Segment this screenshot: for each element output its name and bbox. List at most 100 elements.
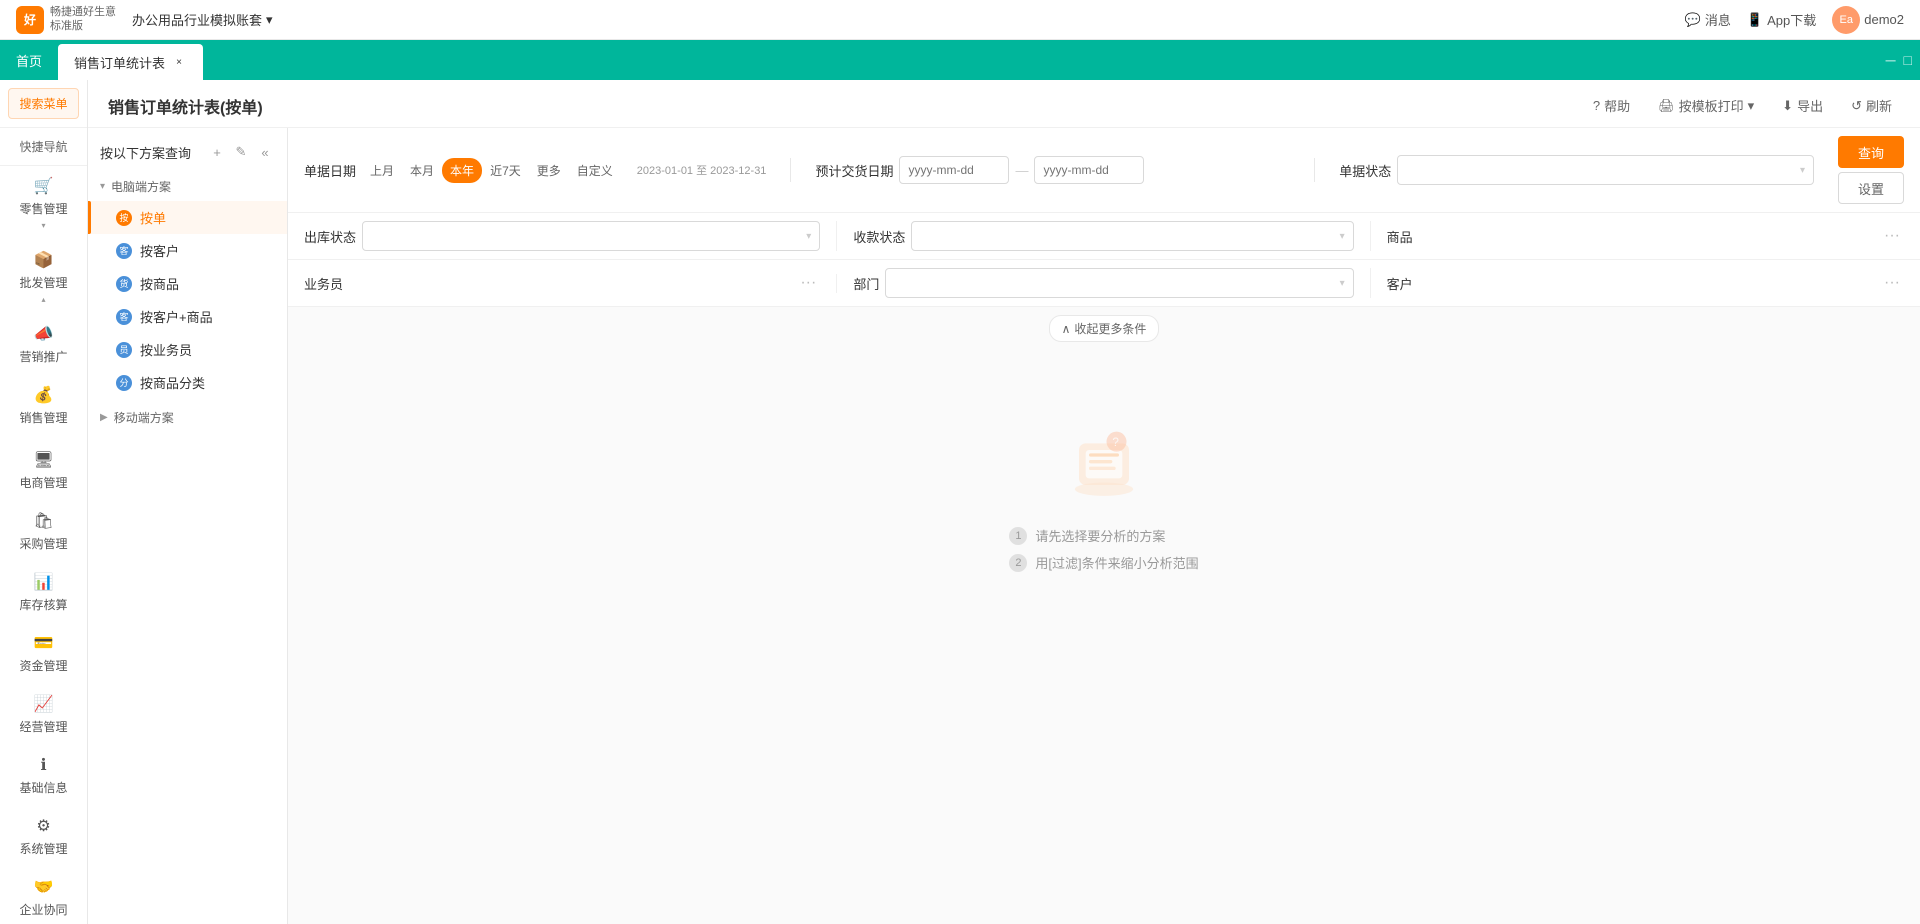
date-btn-last-month[interactable]: 上月 bbox=[362, 158, 402, 183]
scheme-actions: + ✎ « bbox=[207, 142, 275, 162]
collapse-button[interactable]: ∧ 收起更多条件 bbox=[1049, 315, 1160, 342]
filter-row-1: 单据日期 上月 本月 本年 近7天 更多 自定义 2023-01-01 至 20… bbox=[288, 128, 1920, 213]
retail-icon: 🛒 bbox=[34, 176, 54, 196]
sidebar-item-system[interactable]: ⚙ 系统管理 bbox=[0, 806, 87, 867]
app-download-button[interactable]: 📱 App下载 bbox=[1747, 10, 1816, 29]
sidebar-item-basic-info[interactable]: ℹ 基础信息 bbox=[0, 745, 87, 806]
tab-close-button[interactable]: × bbox=[171, 54, 187, 70]
sidebar-item-inventory[interactable]: 📊 库存核算 bbox=[0, 562, 87, 623]
collapse-bar[interactable]: ∧ 收起更多条件 bbox=[288, 307, 1920, 350]
print-button[interactable]: 🖨 按模板打印 ▾ bbox=[1650, 92, 1762, 119]
tab-sales-statistics[interactable]: 销售订单统计表 × bbox=[58, 44, 203, 80]
scheme-icon-customer: 客 bbox=[116, 243, 132, 259]
chevron-up-icon: ▴ bbox=[41, 295, 45, 304]
print-dropdown-icon: ▾ bbox=[1748, 98, 1755, 114]
scheme-item-by-goods[interactable]: 货 按商品 bbox=[88, 267, 287, 300]
scheme-group-header-pc[interactable]: ▾ 电脑端方案 bbox=[88, 172, 287, 201]
collapse-scheme-button[interactable]: « bbox=[255, 142, 275, 162]
scheme-group-pc: ▾ 电脑端方案 按 按单 客 按客户 货 按商品 bbox=[88, 172, 287, 399]
sidebar: 搜索菜单 快捷导航 🛒 零售管理 ▾ 📦 批发管理 ▴ 📣 营销推广 💰 销售管… bbox=[0, 80, 88, 924]
empty-tip-1: 1 请先选择要分析的方案 bbox=[1009, 526, 1198, 545]
sidebar-item-marketing[interactable]: 📣 营销推广 bbox=[0, 314, 87, 375]
sidebar-item-retail[interactable]: 🛒 零售管理 ▾ bbox=[0, 166, 87, 240]
top-bar-left: 好 畅捷通好生意 标准版 办公用品行业模拟账套 ▾ bbox=[16, 6, 281, 34]
system-icon: ⚙ bbox=[36, 816, 50, 836]
scheme-icon-salesperson: 员 bbox=[116, 342, 132, 358]
delivery-status-select[interactable]: ▾ bbox=[362, 221, 820, 251]
export-button[interactable]: ⬇ 导出 bbox=[1774, 92, 1831, 119]
help-button[interactable]: ? 帮助 bbox=[1585, 92, 1638, 119]
customer-label: 客户 bbox=[1387, 274, 1413, 293]
date-btn-7days[interactable]: 近7天 bbox=[482, 158, 529, 183]
scheme-header: 按以下方案查询 + ✎ « bbox=[88, 136, 287, 168]
query-button[interactable]: 查询 bbox=[1838, 136, 1904, 168]
date-btn-custom[interactable]: 自定义 bbox=[569, 158, 621, 183]
divider-1 bbox=[790, 158, 791, 182]
empty-state: ? 1 请先选择要分析的方案 2 用[过滤]条件来缩小分析范围 bbox=[288, 350, 1920, 632]
app-selector[interactable]: 办公用品行业模拟账套 ▾ bbox=[124, 6, 281, 33]
date-buttons: 上月 本月 本年 近7天 更多 自定义 bbox=[362, 158, 621, 183]
window-controls: ─ □ bbox=[1886, 52, 1912, 68]
sidebar-item-ecommerce[interactable]: 🖥 电商管理 bbox=[0, 440, 87, 501]
sidebar-item-wholesale[interactable]: 📦 批发管理 ▴ bbox=[0, 240, 87, 314]
date-range-display: 2023-01-01 至 2023-12-31 bbox=[637, 162, 767, 178]
date-btn-this-month[interactable]: 本月 bbox=[402, 158, 442, 183]
scheme-group-label-mobile: 移动端方案 bbox=[114, 409, 174, 426]
search-menu-button[interactable]: 搜索菜单 bbox=[8, 88, 79, 119]
department-group: 部门 ▾ bbox=[837, 268, 1370, 298]
sidebar-item-finance[interactable]: 💳 资金管理 bbox=[0, 623, 87, 684]
refresh-button[interactable]: ↺ 刷新 bbox=[1843, 92, 1900, 119]
message-button[interactable]: 💬 消息 bbox=[1685, 10, 1731, 29]
empty-tip-2: 2 用[过滤]条件来缩小分析范围 bbox=[1009, 553, 1198, 572]
scheme-item-by-salesperson[interactable]: 员 按业务员 bbox=[88, 333, 287, 366]
content-area: 销售订单统计表(按单) ? 帮助 🖨 按模板打印 ▾ ⬇ 导出 ↺ 刷新 bbox=[88, 80, 1920, 924]
inventory-icon: 📊 bbox=[34, 572, 54, 592]
help-icon: ? bbox=[1593, 98, 1600, 113]
settings-button[interactable]: 设置 bbox=[1838, 172, 1904, 204]
scheme-icon-category: 分 bbox=[116, 375, 132, 391]
scheme-item-by-category[interactable]: 分 按商品分类 bbox=[88, 366, 287, 399]
scheme-group-label-pc: 电脑端方案 bbox=[111, 178, 171, 195]
scheme-item-by-customer-goods[interactable]: 客 按客户+商品 bbox=[88, 300, 287, 333]
bill-status-select[interactable]: ▾ bbox=[1397, 155, 1814, 185]
tip-num-2: 2 bbox=[1009, 554, 1027, 572]
sidebar-item-purchase[interactable]: 🛍 采购管理 bbox=[0, 501, 87, 562]
tab-home[interactable]: 首页 bbox=[0, 40, 58, 80]
sidebar-item-sales[interactable]: 💰 销售管理 bbox=[0, 375, 87, 436]
department-select[interactable]: ▾ bbox=[885, 268, 1353, 298]
logo-area: 好 畅捷通好生意 标准版 bbox=[16, 6, 116, 34]
date-btn-this-year[interactable]: 本年 bbox=[442, 158, 482, 183]
page-actions: ? 帮助 🖨 按模板打印 ▾ ⬇ 导出 ↺ 刷新 bbox=[1585, 92, 1900, 119]
chevron-down-icon: ▾ bbox=[1340, 231, 1345, 242]
sales-icon: 💰 bbox=[34, 385, 54, 405]
scheme-item-by-order[interactable]: 按 按单 bbox=[88, 201, 287, 234]
expected-date-end[interactable] bbox=[1034, 156, 1144, 184]
content-inner: 按以下方案查询 + ✎ « ▾ 电脑端方案 按 按单 bbox=[88, 128, 1920, 924]
user-profile[interactable]: Ea demo2 bbox=[1832, 6, 1904, 34]
scheme-item-by-customer[interactable]: 客 按客户 bbox=[88, 234, 287, 267]
page-title: 销售订单统计表(按单) bbox=[108, 94, 263, 118]
edit-scheme-button[interactable]: ✎ bbox=[231, 142, 251, 162]
sidebar-item-enterprise[interactable]: 🤝 企业协同 bbox=[0, 867, 87, 924]
bill-status-label: 单据状态 bbox=[1339, 161, 1391, 180]
page-header: 销售订单统计表(按单) ? 帮助 🖨 按模板打印 ▾ ⬇ 导出 ↺ 刷新 bbox=[88, 80, 1920, 128]
goods-more-button[interactable]: ··· bbox=[1880, 227, 1904, 245]
add-scheme-button[interactable]: + bbox=[207, 142, 227, 162]
date-btn-more[interactable]: 更多 bbox=[529, 158, 569, 183]
scheme-icon-goods: 货 bbox=[116, 276, 132, 292]
minimize-button[interactable]: ─ bbox=[1886, 52, 1896, 68]
date-separator: — bbox=[1015, 163, 1028, 178]
scheme-group-header-mobile[interactable]: ▶ 移动端方案 bbox=[88, 403, 287, 432]
goods-label: 商品 bbox=[1387, 227, 1413, 246]
sidebar-item-operations[interactable]: 📈 经营管理 bbox=[0, 684, 87, 745]
svg-text:?: ? bbox=[1112, 436, 1119, 449]
export-icon: ⬇ bbox=[1782, 98, 1793, 114]
customer-more-button[interactable]: ··· bbox=[1880, 274, 1904, 292]
department-label: 部门 bbox=[853, 274, 879, 293]
salesperson-more-button[interactable]: ··· bbox=[796, 274, 820, 292]
collection-status-select[interactable]: ▾ bbox=[911, 221, 1353, 251]
expected-date-start[interactable] bbox=[899, 156, 1009, 184]
chevron-down-icon: ▾ bbox=[806, 231, 811, 242]
maximize-button[interactable]: □ bbox=[1904, 52, 1912, 68]
salesperson-group: 业务员 ··· bbox=[304, 274, 837, 293]
